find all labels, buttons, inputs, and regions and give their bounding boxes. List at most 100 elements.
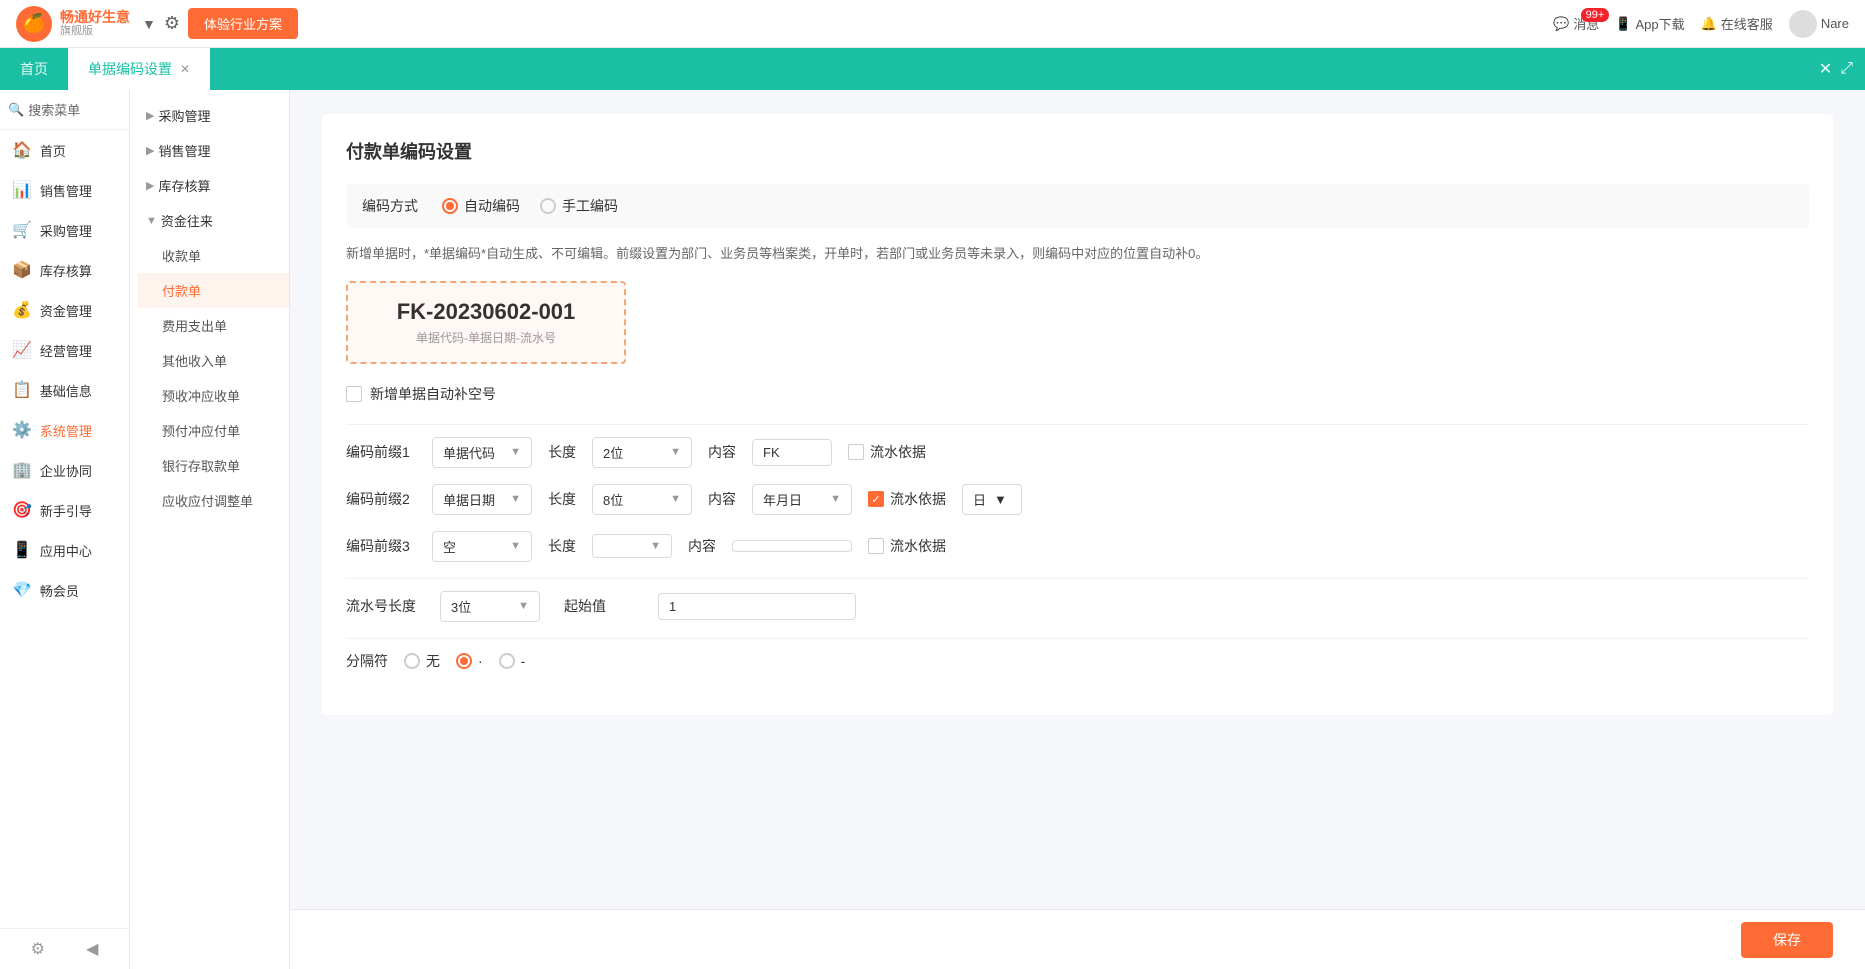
submenu-pre-payment[interactable]: 预付冲应付单: [138, 413, 289, 448]
submenu-purchase-arrow: ▶: [146, 109, 154, 122]
serial1-check[interactable]: 流水依据: [848, 442, 926, 462]
sidebar-item-guide-label: 新手引导: [40, 501, 92, 520]
user-item[interactable]: Nare: [1789, 10, 1849, 38]
sidebar-item-system[interactable]: ⚙️ 系统管理: [0, 410, 129, 450]
tab-serial-setting-label: 单据编码设置: [88, 59, 172, 79]
sidebar-item-purchase[interactable]: 🛒 采购管理: [0, 210, 129, 250]
submenu-inventory-label: 库存核算: [158, 176, 210, 195]
sidebar-item-guide[interactable]: 🎯 新手引导: [0, 490, 129, 530]
logo-icon: 🍊: [16, 6, 52, 42]
submenu-pre-payment-label: 预付冲应付单: [162, 424, 240, 439]
manual-code-radio[interactable]: 手工编码: [540, 196, 618, 216]
message-item[interactable]: 💬 消息 99+: [1553, 14, 1599, 33]
encoding-method-label: 编码方式: [362, 196, 418, 216]
sidebar-search[interactable]: 🔍 搜索菜单: [0, 90, 129, 130]
sidebar-item-system-label: 系统管理: [40, 421, 92, 440]
settings-gear-btn[interactable]: ⚙: [164, 13, 180, 34]
manual-code-radio-circle: [540, 198, 556, 214]
submenu-sales-header[interactable]: ▶ 销售管理: [130, 133, 289, 168]
auto-code-radio[interactable]: 自动编码: [442, 196, 520, 216]
submenu-purchase: ▶ 采购管理: [130, 98, 289, 133]
length1-arrow-icon: ▼: [670, 446, 681, 458]
sidebar-collapse-btn[interactable]: ◀: [86, 939, 98, 959]
tab-bar-close-btn[interactable]: ✕: [1819, 59, 1832, 79]
length2-select[interactable]: 8位 ▼: [592, 484, 692, 515]
logo-text: 畅通好生意 旗舰版: [60, 9, 130, 39]
serial-length-select[interactable]: 3位 ▼: [440, 591, 540, 622]
divider-2: [346, 578, 1809, 579]
serial3-check[interactable]: 流水依据: [868, 536, 946, 556]
sidebar-item-finance[interactable]: 💰 资金管理: [0, 290, 129, 330]
content1-label: 内容: [708, 442, 736, 462]
submenu-receipt[interactable]: 收款单: [138, 238, 289, 273]
separator-row: 分隔符 无 · -: [346, 651, 1809, 671]
content-area: 付款单编码设置 编码方式 自动编码 手工编码: [290, 90, 1865, 909]
submenu-adjustment[interactable]: 应收应付调整单: [138, 483, 289, 518]
sidebar-settings-btn[interactable]: ⚙: [31, 939, 45, 959]
app-download-item[interactable]: 📱 App下载: [1615, 14, 1684, 33]
sidebar-item-member[interactable]: 💎 畅会员: [0, 570, 129, 610]
sidebar: 🔍 搜索菜单 🏠 首页 📊 销售管理 🛒 采购管理 📦 库存核算 💰 资金管理 …: [0, 90, 130, 969]
guide-icon: 🎯: [12, 500, 32, 520]
online-service-item[interactable]: 🔔 在线客服: [1701, 14, 1773, 33]
tab-home[interactable]: 首页: [0, 48, 68, 90]
submenu-inventory-header[interactable]: ▶ 库存核算: [130, 168, 289, 203]
sidebar-item-basic-info[interactable]: 📋 基础信息: [0, 370, 129, 410]
trial-plan-button[interactable]: 体验行业方案: [188, 8, 298, 39]
content3-value: [732, 540, 852, 552]
submenu-capital: ▼ 资金往来 收款单 付款单 费用支出单 其他收入单 预收冲应收单: [130, 203, 289, 518]
sidebar-item-basic-info-label: 基础信息: [40, 381, 92, 400]
message-icon: 💬: [1553, 16, 1569, 32]
submenu-pre-payable-label: 预收冲应收单: [162, 389, 240, 404]
submenu-capital-label: 资金往来: [161, 211, 213, 230]
submenu-purchase-header[interactable]: ▶ 采购管理: [130, 98, 289, 133]
submenu-bank-deposit-label: 银行存取款单: [162, 459, 240, 474]
prefix1-select[interactable]: 单据代码 ▼: [432, 437, 532, 468]
sidebar-item-enterprise-label: 企业协同: [40, 461, 92, 480]
tab-bar: 首页 单据编码设置 ✕ ✕ ⤢: [0, 48, 1865, 90]
purchase-icon: 🛒: [12, 220, 32, 240]
save-button[interactable]: 保存: [1741, 922, 1833, 958]
submenu-payment[interactable]: 付款单: [138, 273, 289, 308]
length2-label: 长度: [548, 489, 576, 509]
enterprise-icon: 🏢: [12, 460, 32, 480]
separator-label: 分隔符: [346, 651, 388, 671]
sep-none-radio[interactable]: 无: [404, 651, 440, 671]
tab-serial-setting[interactable]: 单据编码设置 ✕: [68, 48, 210, 90]
submenu-capital-header[interactable]: ▼ 资金往来: [130, 203, 289, 238]
member-icon: 💎: [12, 580, 32, 600]
content-wrapper: 付款单编码设置 编码方式 自动编码 手工编码: [290, 90, 1865, 969]
prefix3-select[interactable]: 空 ▼: [432, 531, 532, 562]
sidebar-item-sales[interactable]: 📊 销售管理: [0, 170, 129, 210]
submenu-pre-payable[interactable]: 预收冲应收单: [138, 378, 289, 413]
sidebar-item-inventory[interactable]: 📦 库存核算: [0, 250, 129, 290]
submenu-expense[interactable]: 费用支出单: [138, 308, 289, 343]
sidebar-item-enterprise[interactable]: 🏢 企业协同: [0, 450, 129, 490]
sidebar-item-member-label: 畅会员: [40, 581, 79, 600]
submenu-other-income[interactable]: 其他收入单: [138, 343, 289, 378]
content2-select[interactable]: 年月日 ▼: [752, 484, 852, 515]
logo-area: 🍊 畅通好生意 旗舰版: [16, 6, 130, 42]
length3-select[interactable]: ▼: [592, 534, 672, 558]
submenu-bank-deposit[interactable]: 银行存取款单: [138, 448, 289, 483]
example-code: FK-20230602-001: [372, 299, 600, 325]
sidebar-item-home[interactable]: 🏠 首页: [0, 130, 129, 170]
app-center-icon: 📱: [12, 540, 32, 560]
tab-close-icon[interactable]: ✕: [180, 62, 190, 76]
sidebar-item-operations[interactable]: 📈 经营管理: [0, 330, 129, 370]
serial2-check[interactable]: ✓ 流水依据: [868, 489, 946, 509]
dropdown-arrow-btn[interactable]: ▼: [142, 16, 156, 32]
sidebar-item-inventory-label: 库存核算: [40, 261, 92, 280]
day-select[interactable]: 日 ▼: [962, 484, 1022, 515]
tab-bar-expand-btn[interactable]: ⤢: [1840, 60, 1853, 78]
auto-code-label: 自动编码: [464, 196, 520, 216]
auto-fill-checkbox[interactable]: [346, 386, 362, 402]
prefix2-select[interactable]: 单据日期 ▼: [432, 484, 532, 515]
length1-select[interactable]: 2位 ▼: [592, 437, 692, 468]
sales-icon: 📊: [12, 180, 32, 200]
sidebar-item-app-center[interactable]: 📱 应用中心: [0, 530, 129, 570]
sep-dot-radio[interactable]: ·: [456, 653, 483, 669]
sep-dash-radio[interactable]: -: [499, 653, 526, 669]
divider-3: [346, 638, 1809, 639]
start-value-input[interactable]: [658, 593, 856, 620]
